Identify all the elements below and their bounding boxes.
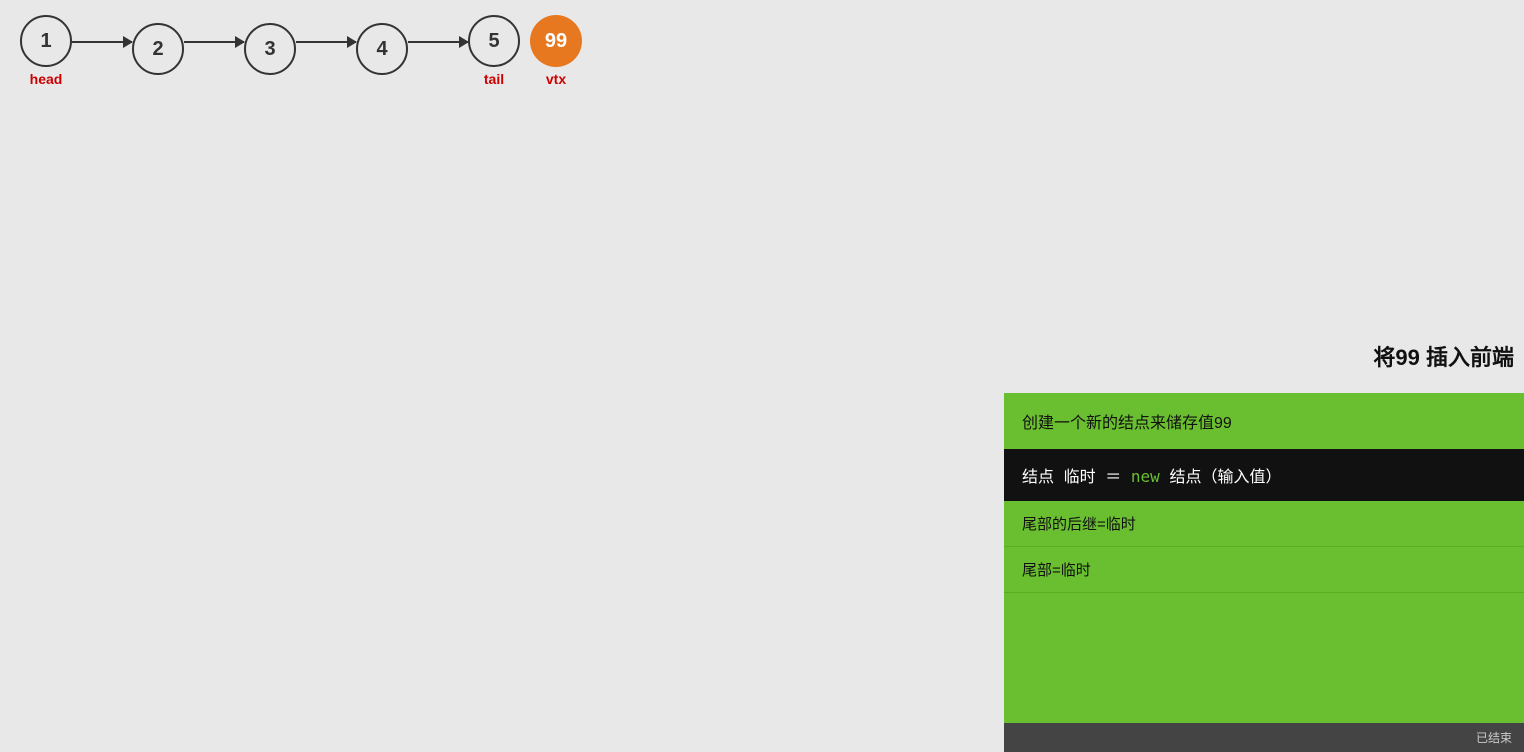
panel-step-2: 尾部=临时	[1004, 547, 1524, 593]
node-5-label: tail	[484, 71, 504, 87]
node-1-circle: 1	[20, 15, 72, 67]
code-text-part2: 结点（输入值）	[1160, 467, 1282, 486]
right-panel: 创建一个新的结点来储存值99 结点 临时 ＝ new 结点（输入值） 尾部的后继…	[1004, 393, 1524, 752]
node-5: 5 tail	[468, 15, 520, 87]
arrow-line-2	[184, 41, 244, 43]
arrow-2	[184, 41, 244, 43]
node-5-circle: 5	[468, 15, 520, 67]
linked-list: 1 head 2 3 4 5 tail	[20, 15, 520, 87]
vtx-label: vtx	[546, 71, 566, 87]
vtx-circle: 99	[530, 15, 582, 67]
node-2-circle: 2	[132, 23, 184, 75]
panel-footer: 已结束	[1004, 723, 1524, 752]
arrow-4	[408, 41, 468, 43]
panel-content: 创建一个新的结点来储存值99 结点 临时 ＝ new 结点（输入值） 尾部的后继…	[1004, 393, 1524, 752]
arrow-line-1	[72, 41, 132, 43]
panel-footer-text: 已结束	[1476, 729, 1512, 746]
node-3: 3	[244, 23, 296, 79]
arrow-1	[72, 41, 132, 43]
node-4: 4	[356, 23, 408, 79]
arrow-line-3	[296, 41, 356, 43]
arrow-3	[296, 41, 356, 43]
panel-header: 创建一个新的结点来储存值99	[1004, 393, 1524, 449]
node-1: 1 head	[20, 15, 72, 87]
node-2: 2	[132, 23, 184, 79]
vtx-node: 99 vtx	[530, 15, 582, 87]
code-text-part1: 结点 临时 ＝	[1022, 467, 1131, 486]
code-keyword-new: new	[1131, 467, 1160, 486]
node-4-circle: 4	[356, 23, 408, 75]
panel-step-1: 尾部的后继=临时	[1004, 501, 1524, 547]
panel-bottom-area	[1004, 593, 1524, 723]
node-1-label: head	[30, 71, 63, 87]
panel-title: 将99 插入前端	[1373, 340, 1514, 372]
arrow-line-4	[408, 41, 468, 43]
panel-code-row: 结点 临时 ＝ new 结点（输入值）	[1004, 449, 1524, 501]
node-3-circle: 3	[244, 23, 296, 75]
